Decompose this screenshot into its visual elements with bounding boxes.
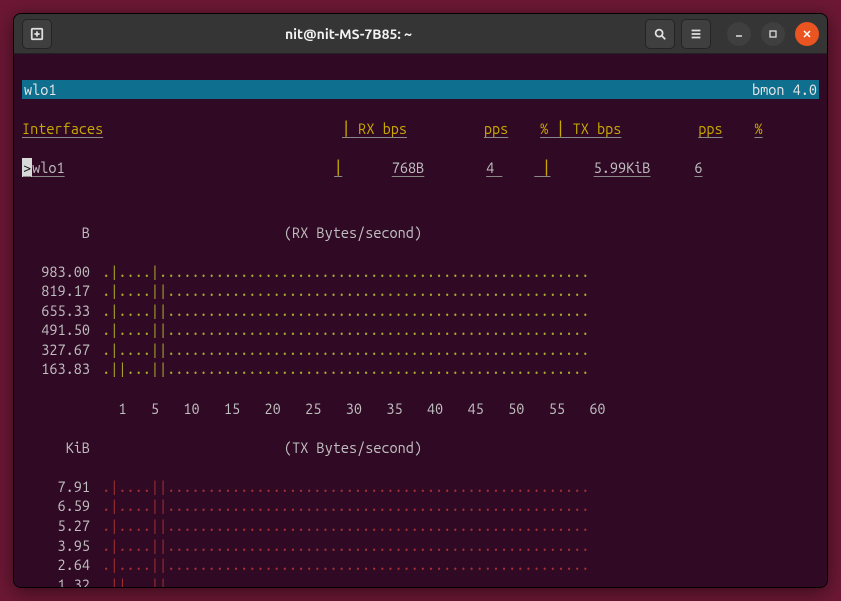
rx-unit: B bbox=[22, 223, 94, 243]
chart-row-data: .|....||................................… bbox=[94, 320, 819, 340]
chart-row-data: .|....||................................… bbox=[94, 516, 819, 536]
rx-chart: 983.00 .|....|..........................… bbox=[22, 262, 819, 379]
terminal-window: nit@nit-MS-7B85: ~ wlo1 bmon 4.0 Interfac… bbox=[13, 13, 828, 588]
y-label: 6.59 bbox=[22, 496, 94, 516]
row-tx-pps: 6 bbox=[651, 158, 703, 178]
bmon-output: wlo1 bmon 4.0 Interfaces│ RX bpspps% │ TX… bbox=[22, 60, 819, 588]
tx-unit: KiB bbox=[22, 438, 94, 458]
search-button[interactable] bbox=[645, 19, 675, 49]
maximize-button[interactable] bbox=[761, 22, 785, 46]
hdr-rx-pct: % bbox=[508, 119, 548, 139]
app-version: bmon 4.0 bbox=[752, 80, 817, 100]
y-label: 491.50 bbox=[22, 320, 94, 340]
column-headers: Interfaces│ RX bpspps% │ TX bpspps% bbox=[22, 119, 819, 139]
bmon-topbar: wlo1 bmon 4.0 bbox=[22, 80, 819, 100]
y-label: 2.64 bbox=[22, 555, 94, 575]
chart-row-data: .||...||................................… bbox=[94, 575, 819, 588]
tx-title: (TX Bytes/second) bbox=[94, 438, 422, 458]
chart-row-data: .|....||................................… bbox=[94, 301, 819, 321]
chart-row-data: .|....|.................................… bbox=[94, 262, 819, 282]
chart-row-data: .|....||................................… bbox=[94, 340, 819, 360]
rx-title: (RX Bytes/second) bbox=[94, 223, 422, 243]
tx-chart: 7.91 .|....||...........................… bbox=[22, 477, 819, 588]
hdr-rx-pps: pps bbox=[438, 119, 508, 139]
chart-row-data: .|....||................................… bbox=[94, 555, 819, 575]
close-button[interactable] bbox=[795, 22, 819, 46]
selected-interface: wlo1 bbox=[24, 80, 56, 100]
hdr-interfaces: Interfaces bbox=[22, 119, 342, 139]
hdr-tx-pps: pps bbox=[653, 119, 723, 139]
hdr-tx-bps: TX bps bbox=[573, 119, 653, 139]
chart-row-data: .|....||................................… bbox=[94, 496, 819, 516]
y-label: 655.33 bbox=[22, 301, 94, 321]
row-tx-bps: 5.99KiB bbox=[551, 158, 651, 178]
menu-button[interactable] bbox=[681, 19, 711, 49]
hdr-tx-pct: % bbox=[723, 119, 763, 139]
interface-row[interactable]: >wlo1│768B4 │5.99KiB6 bbox=[22, 158, 819, 178]
row-rx-pps: 4 bbox=[424, 158, 494, 178]
window-title: nit@nit-MS-7B85: ~ bbox=[285, 26, 412, 42]
titlebar: nit@nit-MS-7B85: ~ bbox=[14, 14, 827, 54]
rx-xticks: 1 5 10 15 20 25 30 35 40 45 50 55 60 bbox=[22, 399, 819, 419]
row-rx-bps: 768B bbox=[342, 158, 424, 178]
y-label: 327.67 bbox=[22, 340, 94, 360]
chart-row-data: .|....||................................… bbox=[94, 281, 819, 301]
y-label: 983.00 bbox=[22, 262, 94, 282]
minimize-button[interactable] bbox=[727, 22, 751, 46]
chart-row-data: .|....||................................… bbox=[94, 536, 819, 556]
row-name: wlo1 bbox=[32, 158, 334, 178]
y-label: 3.95 bbox=[22, 536, 94, 556]
y-label: 5.27 bbox=[22, 516, 94, 536]
row-marker: > bbox=[22, 158, 32, 178]
terminal-viewport[interactable]: wlo1 bmon 4.0 Interfaces│ RX bpspps% │ TX… bbox=[14, 54, 827, 587]
new-tab-button[interactable] bbox=[22, 19, 52, 49]
y-label: 819.17 bbox=[22, 281, 94, 301]
y-label: 7.91 bbox=[22, 477, 94, 497]
y-label: 163.83 bbox=[22, 359, 94, 379]
chart-row-data: .||...||................................… bbox=[94, 359, 819, 379]
chart-row-data: .|....||................................… bbox=[94, 477, 819, 497]
hdr-rx-bps: RX bps bbox=[358, 119, 438, 139]
y-label: 1.32 bbox=[22, 575, 94, 588]
